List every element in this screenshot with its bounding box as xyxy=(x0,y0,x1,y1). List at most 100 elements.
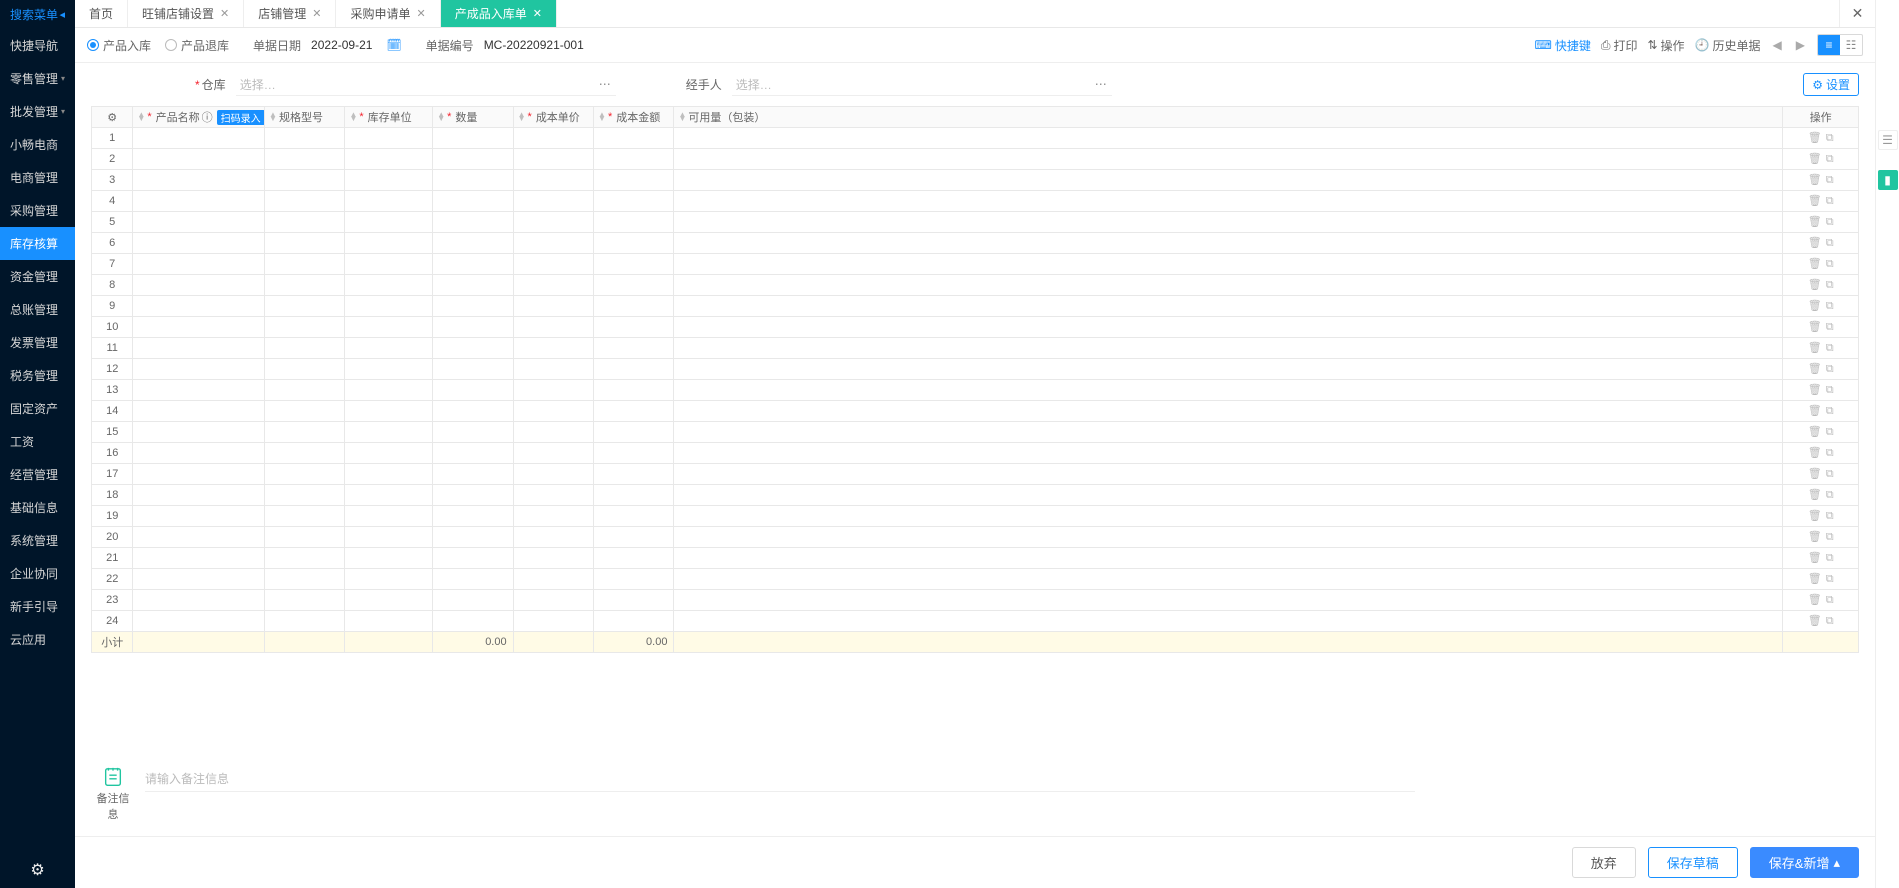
table-row[interactable]: 17🗑⧉ xyxy=(92,464,1859,485)
cell[interactable] xyxy=(513,359,593,380)
cell[interactable] xyxy=(513,464,593,485)
cell[interactable] xyxy=(513,317,593,338)
cell[interactable] xyxy=(345,338,433,359)
cell[interactable] xyxy=(433,191,513,212)
delete-icon[interactable]: 🗑 xyxy=(1808,405,1822,417)
cell[interactable] xyxy=(345,212,433,233)
delete-icon[interactable]: 🗑 xyxy=(1808,531,1822,543)
cell[interactable] xyxy=(513,548,593,569)
delete-icon[interactable]: 🗑 xyxy=(1808,216,1822,228)
copy-icon[interactable]: ⧉ xyxy=(1826,510,1834,522)
cell[interactable] xyxy=(433,149,513,170)
sidebar-item[interactable]: 快捷导航 xyxy=(0,29,75,62)
tab[interactable]: 首页 xyxy=(75,0,128,27)
cell[interactable] xyxy=(265,443,345,464)
table-row[interactable]: 5🗑⧉ xyxy=(92,212,1859,233)
remarks-input[interactable]: 请输入备注信息 xyxy=(145,766,1415,792)
table-row[interactable]: 9🗑⧉ xyxy=(92,296,1859,317)
cell[interactable] xyxy=(265,485,345,506)
cell[interactable] xyxy=(513,422,593,443)
cell[interactable] xyxy=(433,359,513,380)
copy-icon[interactable]: ⧉ xyxy=(1826,132,1834,144)
cell[interactable] xyxy=(133,380,265,401)
cell[interactable] xyxy=(513,527,593,548)
cell[interactable] xyxy=(265,590,345,611)
history-next-icon[interactable]: ▶ xyxy=(1794,38,1807,52)
cell[interactable] xyxy=(594,527,674,548)
cell[interactable] xyxy=(594,485,674,506)
rail-doc-icon[interactable]: ☰ xyxy=(1878,130,1898,150)
cell[interactable] xyxy=(594,359,674,380)
cell[interactable] xyxy=(345,611,433,632)
cell[interactable] xyxy=(433,485,513,506)
copy-icon[interactable]: ⧉ xyxy=(1826,531,1834,543)
delete-icon[interactable]: 🗑 xyxy=(1808,426,1822,438)
cell[interactable] xyxy=(433,128,513,149)
save-draft-button[interactable]: 保存草稿 xyxy=(1648,847,1738,878)
cell[interactable] xyxy=(433,548,513,569)
sidebar-item[interactable]: 系统管理 xyxy=(0,524,75,557)
cell[interactable] xyxy=(594,443,674,464)
cell[interactable] xyxy=(513,128,593,149)
cell[interactable] xyxy=(345,128,433,149)
table-row[interactable]: 12🗑⧉ xyxy=(92,359,1859,380)
copy-icon[interactable]: ⧉ xyxy=(1826,426,1834,438)
cell[interactable] xyxy=(265,611,345,632)
table-row[interactable]: 15🗑⧉ xyxy=(92,422,1859,443)
table-row[interactable]: 14🗑⧉ xyxy=(92,401,1859,422)
sidebar-collapse-icon[interactable]: ◂ xyxy=(59,8,65,21)
cell[interactable] xyxy=(265,128,345,149)
print-link[interactable]: ⎙ 打印 xyxy=(1601,37,1638,54)
table-row[interactable]: 18🗑⧉ xyxy=(92,485,1859,506)
cell[interactable] xyxy=(345,422,433,443)
cell[interactable] xyxy=(133,149,265,170)
cell[interactable] xyxy=(594,296,674,317)
cell[interactable] xyxy=(674,485,1783,506)
table-row[interactable]: 22🗑⧉ xyxy=(92,569,1859,590)
tab[interactable]: 采购申请单✕ xyxy=(336,0,440,27)
cell[interactable] xyxy=(513,149,593,170)
close-icon[interactable]: ✕ xyxy=(533,7,542,20)
cell[interactable] xyxy=(594,275,674,296)
scan-badge[interactable]: 扫码录入 xyxy=(217,110,265,125)
cell[interactable] xyxy=(265,464,345,485)
tab[interactable]: 店铺管理✕ xyxy=(244,0,336,27)
cell[interactable] xyxy=(513,254,593,275)
table-row[interactable]: 2🗑⧉ xyxy=(92,149,1859,170)
cell[interactable] xyxy=(674,401,1783,422)
cell[interactable] xyxy=(594,128,674,149)
cell[interactable] xyxy=(265,170,345,191)
delete-icon[interactable]: 🗑 xyxy=(1808,573,1822,585)
cell[interactable] xyxy=(674,338,1783,359)
cell[interactable] xyxy=(674,359,1783,380)
cell[interactable] xyxy=(345,527,433,548)
table-row[interactable]: 11🗑⧉ xyxy=(92,338,1859,359)
cell[interactable] xyxy=(345,401,433,422)
cell[interactable] xyxy=(433,611,513,632)
cell[interactable] xyxy=(133,548,265,569)
cell[interactable] xyxy=(133,485,265,506)
cell[interactable] xyxy=(133,275,265,296)
sidebar-item[interactable]: 采购管理 xyxy=(0,194,75,227)
tab[interactable]: 旺铺店铺设置✕ xyxy=(128,0,244,27)
close-icon[interactable]: ✕ xyxy=(220,7,229,20)
cell[interactable] xyxy=(265,233,345,254)
copy-icon[interactable]: ⧉ xyxy=(1826,342,1834,354)
sidebar-item[interactable]: 企业协同 xyxy=(0,557,75,590)
view-list-icon[interactable]: ≡ xyxy=(1818,35,1840,55)
cell[interactable] xyxy=(433,590,513,611)
sidebar-search[interactable]: 搜索菜单 ◂ xyxy=(0,0,75,29)
cell[interactable] xyxy=(674,443,1783,464)
copy-icon[interactable]: ⧉ xyxy=(1826,195,1834,207)
header-unit[interactable]: ▲▼*库存单位 xyxy=(345,107,433,128)
cell[interactable] xyxy=(433,443,513,464)
radio-product-out[interactable]: 产品退库 xyxy=(165,37,229,54)
cell[interactable] xyxy=(133,527,265,548)
copy-icon[interactable]: ⧉ xyxy=(1826,405,1834,417)
discard-button[interactable]: 放弃 xyxy=(1572,847,1636,878)
cell[interactable] xyxy=(433,506,513,527)
cell[interactable] xyxy=(265,527,345,548)
cell[interactable] xyxy=(594,149,674,170)
cell[interactable] xyxy=(133,464,265,485)
delete-icon[interactable]: 🗑 xyxy=(1808,321,1822,333)
